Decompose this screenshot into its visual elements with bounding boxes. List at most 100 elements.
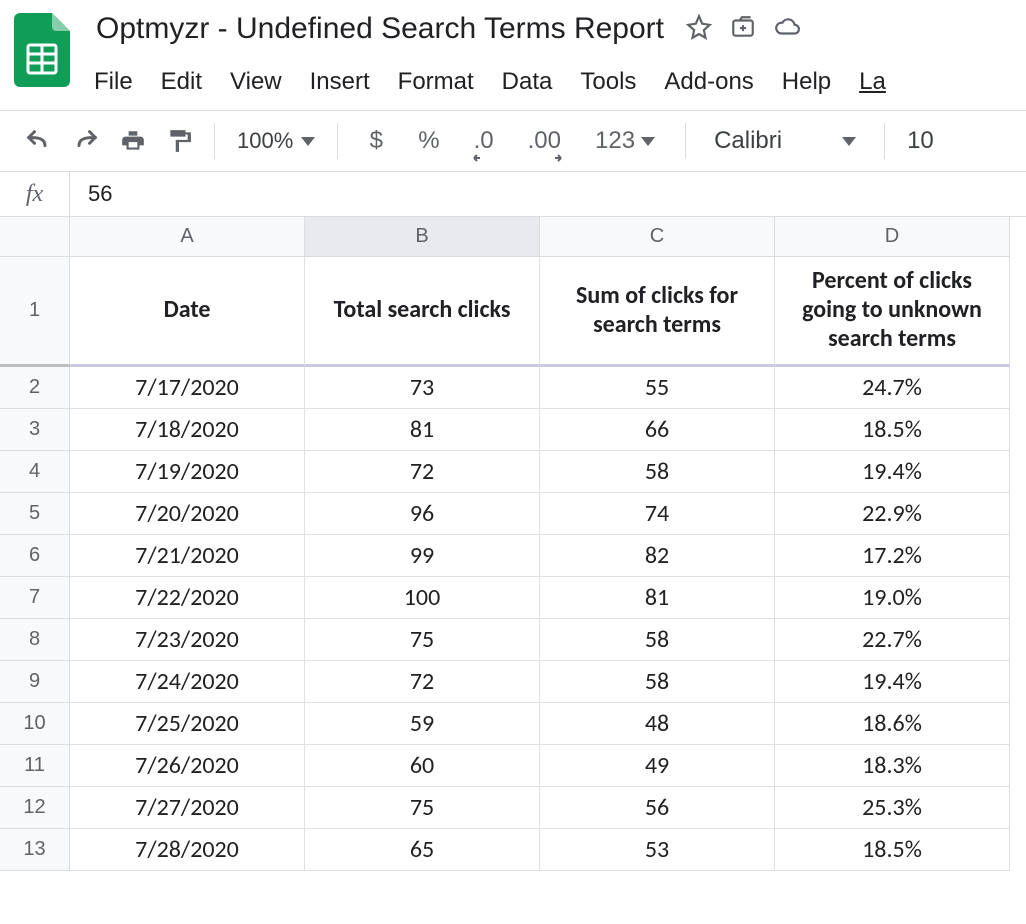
data-cell[interactable]: 24.7%: [775, 367, 1010, 409]
data-cell[interactable]: 17.2%: [775, 535, 1010, 577]
column-header[interactable]: A: [70, 217, 305, 257]
row-header[interactable]: 9: [0, 661, 70, 703]
data-cell[interactable]: 7/20/2020: [70, 493, 305, 535]
data-cell[interactable]: 7/27/2020: [70, 787, 305, 829]
data-cell[interactable]: 56: [540, 787, 775, 829]
row-header[interactable]: 3: [0, 409, 70, 451]
menu-tools[interactable]: Tools: [580, 68, 636, 96]
data-cell[interactable]: 7/23/2020: [70, 619, 305, 661]
undo-button[interactable]: [16, 123, 60, 159]
data-cell[interactable]: 25.3%: [775, 787, 1010, 829]
data-cell[interactable]: 65: [305, 829, 540, 871]
cloud-status-icon[interactable]: [774, 14, 800, 45]
menu-format[interactable]: Format: [398, 68, 474, 96]
paint-format-button[interactable]: [158, 123, 200, 159]
menu-file[interactable]: File: [94, 68, 133, 96]
menu-data[interactable]: Data: [502, 68, 553, 96]
data-cell[interactable]: 48: [540, 703, 775, 745]
data-cell[interactable]: 7/17/2020: [70, 367, 305, 409]
header-cell[interactable]: Percent of clicks going to unknown searc…: [775, 257, 1010, 367]
increase-decimal-button[interactable]: .00: [520, 123, 569, 159]
row-header[interactable]: 7: [0, 577, 70, 619]
print-button[interactable]: [112, 123, 154, 159]
toolbar-separator: [685, 123, 686, 159]
data-cell[interactable]: 22.7%: [775, 619, 1010, 661]
menu-help[interactable]: Help: [782, 68, 831, 96]
data-cell[interactable]: 7/18/2020: [70, 409, 305, 451]
data-cell[interactable]: 19.4%: [775, 661, 1010, 703]
data-cell[interactable]: 18.5%: [775, 829, 1010, 871]
menu-edit[interactable]: Edit: [161, 68, 202, 96]
data-cell[interactable]: 55: [540, 367, 775, 409]
redo-button[interactable]: [64, 123, 108, 159]
data-cell[interactable]: 19.0%: [775, 577, 1010, 619]
data-cell[interactable]: 66: [540, 409, 775, 451]
data-cell[interactable]: 74: [540, 493, 775, 535]
decrease-decimal-button[interactable]: .0: [466, 123, 502, 159]
row-header[interactable]: 13: [0, 829, 70, 871]
data-cell[interactable]: 73: [305, 367, 540, 409]
zoom-dropdown[interactable]: 100%: [229, 128, 323, 154]
row-header[interactable]: 5: [0, 493, 70, 535]
row-header[interactable]: 1: [0, 257, 70, 367]
currency-format-button[interactable]: $: [360, 123, 392, 159]
data-cell[interactable]: 99: [305, 535, 540, 577]
row-header[interactable]: 2: [0, 367, 70, 409]
font-size-field[interactable]: 10: [899, 127, 942, 155]
data-cell[interactable]: 81: [540, 577, 775, 619]
data-cell[interactable]: 60: [305, 745, 540, 787]
column-header[interactable]: D: [775, 217, 1010, 257]
more-formats-dropdown[interactable]: 123: [587, 123, 663, 159]
row-header[interactable]: 12: [0, 787, 70, 829]
data-cell[interactable]: 7/25/2020: [70, 703, 305, 745]
sheets-logo-icon[interactable]: [12, 10, 72, 90]
data-cell[interactable]: 22.9%: [775, 493, 1010, 535]
formula-value[interactable]: 56: [70, 181, 112, 207]
data-cell[interactable]: 75: [305, 619, 540, 661]
data-cell[interactable]: 75: [305, 787, 540, 829]
select-all-corner[interactable]: [0, 217, 70, 257]
data-cell[interactable]: 7/19/2020: [70, 451, 305, 493]
column-header[interactable]: C: [540, 217, 775, 257]
row-header[interactable]: 11: [0, 745, 70, 787]
row-header[interactable]: 4: [0, 451, 70, 493]
data-cell[interactable]: 58: [540, 619, 775, 661]
data-cell[interactable]: 72: [305, 451, 540, 493]
data-cell[interactable]: 7/28/2020: [70, 829, 305, 871]
data-cell[interactable]: 18.3%: [775, 745, 1010, 787]
data-cell[interactable]: 58: [540, 661, 775, 703]
document-title[interactable]: Optmyzr - Undefined Search Terms Report: [92, 10, 668, 48]
data-cell[interactable]: 7/22/2020: [70, 577, 305, 619]
data-cell[interactable]: 53: [540, 829, 775, 871]
row-header[interactable]: 8: [0, 619, 70, 661]
column-header[interactable]: B: [305, 217, 540, 257]
header-cell[interactable]: Sum of clicks for search terms: [540, 257, 775, 367]
data-cell[interactable]: 82: [540, 535, 775, 577]
row-header[interactable]: 6: [0, 535, 70, 577]
header-cell[interactable]: Date: [70, 257, 305, 367]
fx-icon[interactable]: fx: [0, 172, 70, 216]
header-cell[interactable]: Total search clicks: [305, 257, 540, 367]
data-cell[interactable]: 59: [305, 703, 540, 745]
data-cell[interactable]: 7/24/2020: [70, 661, 305, 703]
menu-cutoff[interactable]: La: [859, 68, 886, 96]
data-cell[interactable]: 81: [305, 409, 540, 451]
star-icon[interactable]: [686, 14, 712, 45]
data-cell[interactable]: 96: [305, 493, 540, 535]
data-cell[interactable]: 72: [305, 661, 540, 703]
data-cell[interactable]: 7/21/2020: [70, 535, 305, 577]
font-family-dropdown[interactable]: Calibri: [700, 127, 870, 155]
menu-view[interactable]: View: [230, 68, 282, 96]
row-header[interactable]: 10: [0, 703, 70, 745]
data-cell[interactable]: 100: [305, 577, 540, 619]
data-cell[interactable]: 18.5%: [775, 409, 1010, 451]
percent-format-button[interactable]: %: [410, 123, 447, 159]
data-cell[interactable]: 58: [540, 451, 775, 493]
data-cell[interactable]: 7/26/2020: [70, 745, 305, 787]
data-cell[interactable]: 49: [540, 745, 775, 787]
menu-insert[interactable]: Insert: [310, 68, 370, 96]
data-cell[interactable]: 18.6%: [775, 703, 1010, 745]
menu-addons[interactable]: Add-ons: [664, 68, 753, 96]
data-cell[interactable]: 19.4%: [775, 451, 1010, 493]
move-icon[interactable]: [730, 14, 756, 45]
